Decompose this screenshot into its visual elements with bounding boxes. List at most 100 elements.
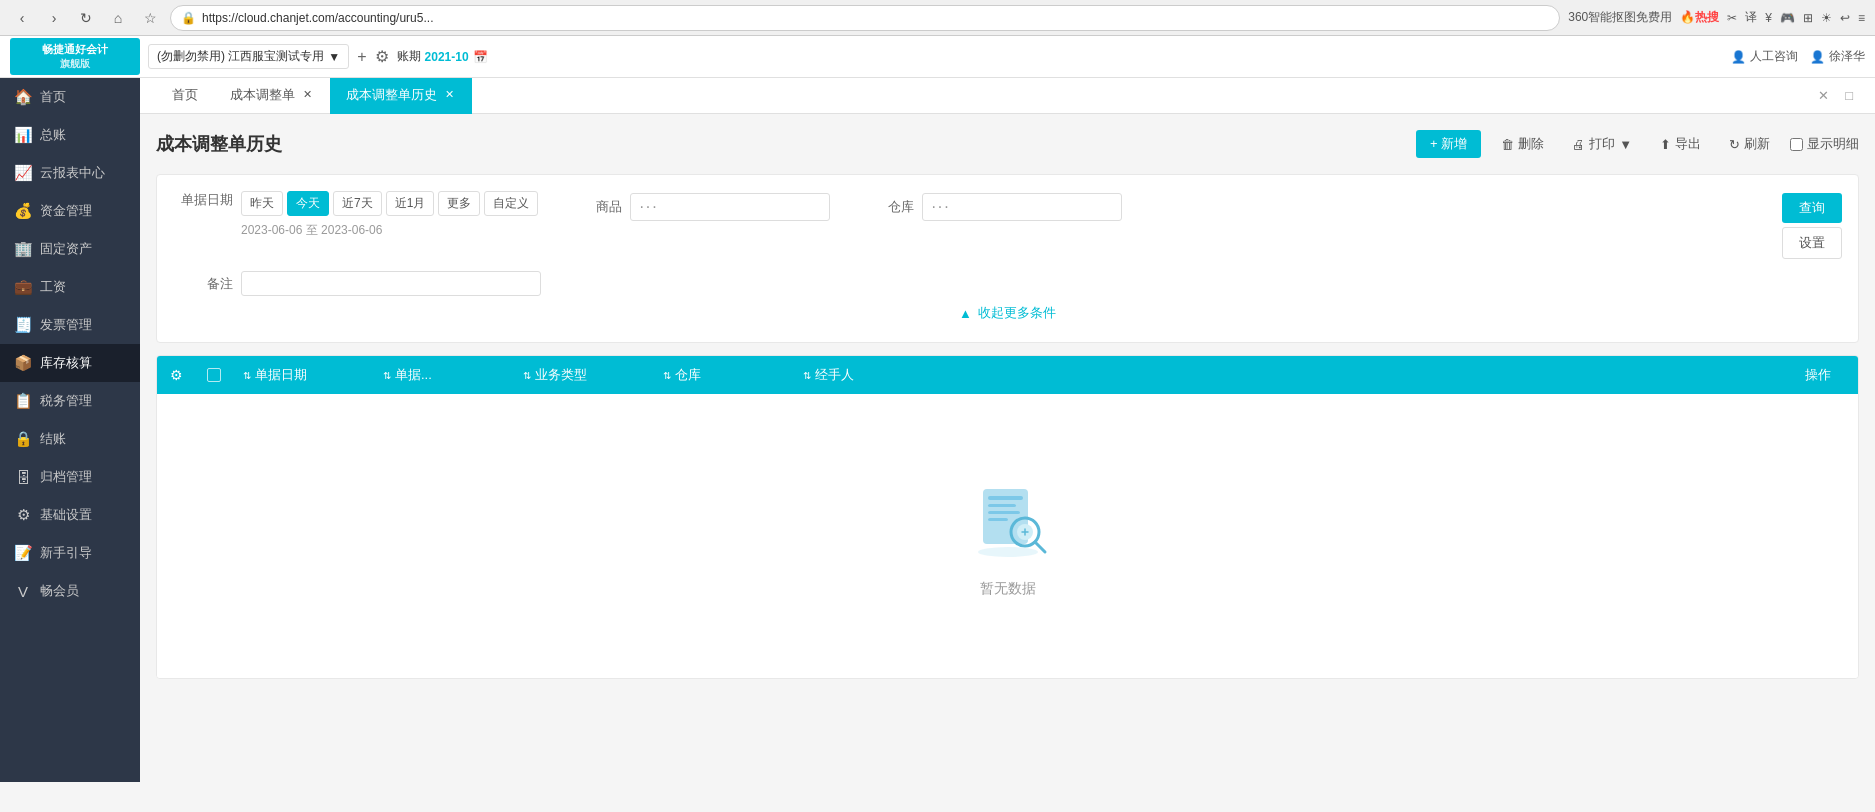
user-menu[interactable]: 👤 徐泽华 [1810,48,1865,65]
address-bar[interactable]: 🔒 https://cloud.chanjet.com/accounting/u… [170,5,1560,31]
delete-icon: 🗑 [1501,137,1514,152]
tab-cost-adjust-history-label: 成本调整单历史 [346,86,437,104]
col-action-label: 操作 [1805,366,1831,384]
date-btn-今天[interactable]: 今天 [287,191,329,216]
hot-search-label: 🔥热搜 [1680,9,1719,26]
add-button[interactable]: + [357,48,366,66]
warehouse-dots: ··· [931,198,950,216]
content-area: 首页 成本调整单 ✕ 成本调整单历史 ✕ ✕ □ 成本调整单历史 [140,78,1875,782]
empty-illustration [963,474,1053,564]
page-header: 成本调整单历史 + 新增 🗑 删除 🖨 打印 ▼ ⬆ [156,130,1859,158]
date-btn-近7天[interactable]: 近7天 [333,191,382,216]
sidebar-label-7: 库存核算 [40,354,92,372]
expand-icon[interactable]: □ [1839,88,1859,103]
refresh-button[interactable]: ↻ 刷新 [1721,131,1778,157]
table-col-action: 操作 [1778,366,1858,384]
sidebar-item-税务管理[interactable]: 📋 税务管理 [0,382,140,420]
data-table: ⚙ ⇅ 单据日期 ⇅ 单据... [156,355,1859,679]
help-btn[interactable]: 👤 人工咨询 [1731,48,1798,65]
col-biz-label: 业务类型 [535,366,587,384]
table-col-num: ⇅ 单据... [373,366,513,384]
url-text: https://cloud.chanjet.com/accounting/uru… [202,11,433,25]
home-button[interactable]: ⌂ [106,6,130,30]
sidebar-label-1: 总账 [40,126,66,144]
delete-button[interactable]: 🗑 删除 [1493,131,1552,157]
tab-cost-adjust[interactable]: 成本调整单 ✕ [214,78,330,114]
sidebar-label-2: 云报表中心 [40,164,105,182]
sidebar-label-13: 畅会员 [40,582,79,600]
tab-cost-adjust-history[interactable]: 成本调整单历史 ✕ [330,78,472,114]
sidebar-label-0: 首页 [40,88,66,106]
product-selector[interactable]: ··· [630,193,830,221]
sort-num-icon[interactable]: ⇅ [383,370,391,381]
toolbar-grid-icon: ⊞ [1803,11,1813,25]
sidebar-item-库存核算[interactable]: 📦 库存核算 [0,344,140,382]
col-num-label: 单据... [395,366,432,384]
table-col-date: ⇅ 单据日期 [233,366,373,384]
refresh-icon: ↻ [1729,137,1740,152]
note-filter-label: 备注 [173,275,233,293]
sidebar-icon-11: ⚙ [14,506,32,524]
sidebar-icon-5: 💼 [14,278,32,296]
col-warehouse-label: 仓库 [675,366,701,384]
sort-biz-icon[interactable]: ⇅ [523,370,531,381]
sidebar-item-畅会员[interactable]: V 畅会员 [0,572,140,610]
table-header-row: ⚙ ⇅ 单据日期 ⇅ 单据... [157,356,1858,394]
table-settings-col[interactable]: ⚙ [157,367,195,383]
sidebar-item-固定资产[interactable]: 🏢 固定资产 [0,230,140,268]
warehouse-selector[interactable]: ··· [922,193,1122,221]
refresh-button[interactable]: ↻ [74,6,98,30]
svg-rect-4 [988,511,1020,514]
tab-home[interactable]: 首页 [156,78,214,114]
chevron-down-icon: ▼ [328,50,340,64]
date-range-text: 2023-06-06 至 2023-06-06 [241,222,538,239]
date-btn-自定义[interactable]: 自定义 [484,191,538,216]
date-btn-昨天[interactable]: 昨天 [241,191,283,216]
sidebar-item-新手引导[interactable]: 📝 新手引导 [0,534,140,572]
show-cols-toggle[interactable]: 显示明细 [1790,135,1859,153]
sidebar-icon-4: 🏢 [14,240,32,258]
sort-date-up-icon[interactable]: ⇅ [243,370,251,381]
toolbar-cut-icon: ✂ [1727,11,1737,25]
add-button[interactable]: + 新增 [1416,130,1481,158]
tab-cost-adjust-history-close[interactable]: ✕ [443,88,456,101]
close-panel-icon[interactable]: ✕ [1808,88,1839,103]
tab-cost-adjust-close[interactable]: ✕ [301,88,314,101]
print-button[interactable]: 🖨 打印 ▼ [1564,131,1640,157]
sidebar-icon-9: 🔒 [14,430,32,448]
sort-handler-icon[interactable]: ⇅ [803,370,811,381]
back-button[interactable]: ‹ [10,6,34,30]
table-check-col[interactable] [195,368,233,382]
show-cols-checkbox[interactable] [1790,138,1803,151]
app-topbar: 畅捷通好会计 旗舰版 (勿删勿禁用) 江西服宝测试专用 ▼ + ⚙ 账期 202… [0,36,1875,78]
export-button[interactable]: ⬆ 导出 [1652,131,1709,157]
company-selector[interactable]: (勿删勿禁用) 江西服宝测试专用 ▼ [148,44,349,69]
sidebar: 🏠 首页 📊 总账 📈 云报表中心 💰 资金管理 🏢 固定资产 💼 工资 🧾 发… [0,78,140,782]
sidebar-item-资金管理[interactable]: 💰 资金管理 [0,192,140,230]
note-input[interactable] [241,271,541,296]
svg-rect-5 [988,518,1008,521]
sort-warehouse-icon[interactable]: ⇅ [663,370,671,381]
sidebar-item-工资[interactable]: 💼 工资 [0,268,140,306]
settings-icon[interactable]: ⚙ [375,47,389,66]
date-btn-更多[interactable]: 更多 [438,191,480,216]
forward-button[interactable]: › [42,6,66,30]
sidebar-item-总账[interactable]: 📊 总账 [0,116,140,154]
sidebar-item-发票管理[interactable]: 🧾 发票管理 [0,306,140,344]
select-all-checkbox[interactable] [207,368,221,382]
product-filter-label: 商品 [562,198,622,216]
sidebar-item-归档管理[interactable]: 🗄 归档管理 [0,458,140,496]
calendar-icon[interactable]: 📅 [473,50,488,64]
sidebar-item-首页[interactable]: 🏠 首页 [0,78,140,116]
sidebar-item-基础设置[interactable]: ⚙ 基础设置 [0,496,140,534]
date-btn-近1月[interactable]: 近1月 [386,191,435,216]
sidebar-item-云报表中心[interactable]: 📈 云报表中心 [0,154,140,192]
sidebar-icon-10: 🗄 [14,469,32,486]
set-button[interactable]: 设置 [1782,227,1842,259]
table-settings-icon[interactable]: ⚙ [170,367,183,383]
bookmark-button[interactable]: ☆ [138,6,162,30]
sidebar-item-结账[interactable]: 🔒 结账 [0,420,140,458]
sidebar-icon-6: 🧾 [14,316,32,334]
collapse-filters-btn[interactable]: ▲ 收起更多条件 [173,300,1842,326]
query-button[interactable]: 查询 [1782,193,1842,223]
